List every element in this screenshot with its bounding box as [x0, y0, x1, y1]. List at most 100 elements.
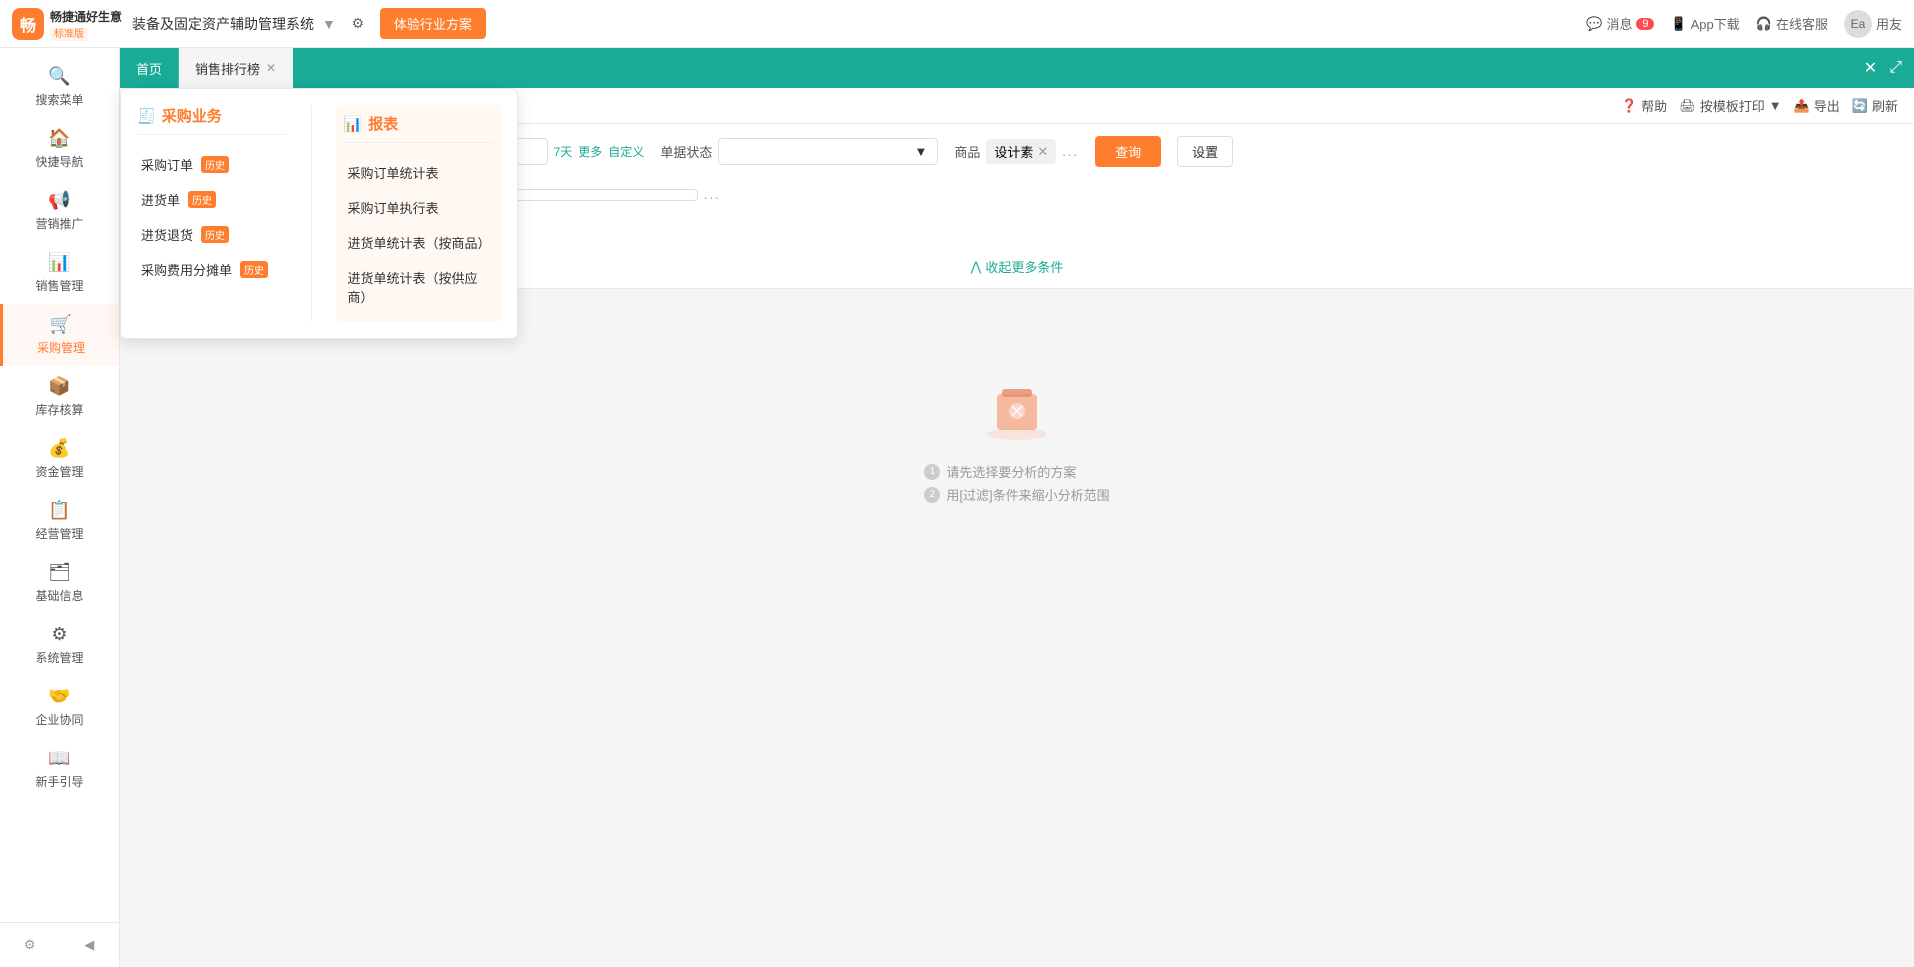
menu-item-po-stats[interactable]: 采购订单统计表 — [344, 155, 494, 190]
sidebar-bottom: ⚙ ◀ — [0, 922, 119, 967]
tab-maximize-button[interactable]: ⤢ — [1885, 55, 1906, 81]
sidebar-item-guide[interactable]: 📖 新手引导 — [0, 738, 119, 800]
top-header: 畅 畅捷通好生意 标准版 装备及固定资产辅助管理系统 ▼ ⚙ 体验行业方案 💬 … — [0, 0, 1914, 48]
sidebar-collapse-button[interactable]: ◀ — [60, 931, 120, 959]
sales-icon: 📊 — [48, 252, 70, 273]
logo-area: 畅 畅捷通好生意 标准版 — [12, 8, 132, 40]
sidebar-settings-button[interactable]: ⚙ — [0, 931, 60, 959]
salesperson-more-dots[interactable]: ... — [704, 187, 721, 202]
sidebar-item-system[interactable]: ⚙ 系统管理 — [0, 614, 119, 676]
inventory-icon: 📦 — [48, 376, 70, 397]
avatar: Ea — [1844, 10, 1872, 38]
basic-info-icon: 🗂 — [48, 562, 71, 583]
goods-filter: 商品 设计素 ✕ ... — [954, 139, 1079, 164]
system-title-area: 装备及固定资产辅助管理系统 ▼ ⚙ 体验行业方案 — [132, 8, 1586, 39]
menu-item-po-execution[interactable]: 采购订单执行表 — [344, 190, 494, 225]
incoming-badge: 历史 — [188, 191, 216, 208]
sidebar-item-marketing[interactable]: 📢 营销推广 — [0, 180, 119, 242]
user-menu-button[interactable]: Ea 用友 — [1844, 10, 1902, 38]
sidebar: 🔍 搜索菜单 🏠 快捷导航 📢 营销推广 📊 销售管理 🛒 采购管理 📦 库存核… — [0, 48, 120, 967]
collapse-conditions-button[interactable]: ⋀ 收起更多条件 — [971, 257, 1064, 276]
order-status-dropdown-icon: ▼ — [914, 144, 927, 159]
date-7d-button[interactable]: 7天 — [554, 143, 573, 160]
purchase-section-icon: 🧾 — [137, 107, 156, 125]
industry-button[interactable]: 体验行业方案 — [380, 8, 486, 39]
sidebar-item-basic-info[interactable]: 🗂 基础信息 — [0, 552, 119, 614]
report-section: 📊 报表 采购订单统计表 采购订单执行表 进货单统计表（按商品） 进货单统计表（… — [336, 105, 502, 322]
export-button[interactable]: 📤 导出 — [1794, 96, 1840, 115]
app-download-button[interactable]: 📱 App下载 — [1670, 14, 1739, 33]
sidebar-item-search[interactable]: 🔍 搜索菜单 — [0, 56, 119, 118]
goods-tags-area: 设计素 ✕ ... — [986, 139, 1079, 164]
enterprise-icon: 🤝 — [48, 686, 70, 707]
tab-bar: 首页 销售排行榜 ✕ ✕ ⤢ — [120, 48, 1914, 88]
sidebar-item-enterprise[interactable]: 🤝 企业协同 — [0, 676, 119, 738]
empty-hint-2: 2 用[过滤]条件来缩小分析范围 — [924, 485, 1109, 504]
order-status-label: 单据状态 — [660, 142, 712, 161]
goods-tag-close[interactable]: ✕ — [1037, 144, 1048, 160]
goods-more-button[interactable]: ... — [1062, 144, 1079, 159]
sidebar-item-sales[interactable]: 📊 销售管理 — [0, 242, 119, 304]
return-badge: 历史 — [201, 226, 229, 243]
title-dropdown-icon[interactable]: ▼ — [322, 16, 336, 32]
sidebar-item-inventory[interactable]: 📦 库存核算 — [0, 366, 119, 428]
purchase-dropdown-menu: 🧾 采购业务 采购订单 历史 进货单 历史 进货退货 历史 采购费用分摊单 历史 — [120, 88, 518, 339]
print-button[interactable]: 🖨 按模板打印 ▼ — [1679, 96, 1781, 115]
operations-icon: 📋 — [48, 500, 70, 521]
print-icon: 🖨 — [1679, 98, 1696, 114]
menu-divider — [311, 105, 312, 322]
message-button[interactable]: 💬 消息 9 — [1586, 14, 1654, 33]
main-layout: 🔍 搜索菜单 🏠 快捷导航 📢 营销推广 📊 销售管理 🛒 采购管理 📦 库存核… — [0, 48, 1914, 967]
order-status-filter: 单据状态 ▼ — [660, 138, 938, 165]
logo-text: 畅捷通好生意 标准版 — [50, 8, 122, 40]
gear-button[interactable]: ⚙ — [344, 10, 372, 38]
purchase-section: 🧾 采购业务 采购订单 历史 进货单 历史 进货退货 历史 采购费用分摊单 历史 — [137, 105, 287, 322]
query-button[interactable]: 查询 — [1095, 136, 1161, 167]
settings-button[interactable]: 设置 — [1177, 136, 1233, 167]
help-icon: ❓ — [1621, 98, 1637, 114]
hint-1-icon: 1 — [924, 464, 940, 480]
menu-item-cost-allocation[interactable]: 采购费用分摊单 历史 — [137, 252, 287, 287]
export-icon: 📤 — [1794, 98, 1810, 114]
system-title-text: 装备及固定资产辅助管理系统 — [132, 14, 314, 34]
tab-close-icon[interactable]: ✕ — [266, 61, 276, 75]
sidebar-item-finance[interactable]: 💰 资金管理 — [0, 428, 119, 490]
phone-icon: 📱 — [1670, 16, 1686, 32]
report-section-title: 📊 报表 — [344, 113, 494, 143]
date-custom-button[interactable]: 自定义 — [608, 143, 644, 160]
tab-home[interactable]: 首页 — [120, 48, 179, 88]
tab-close-all-button[interactable]: ✕ — [1860, 54, 1881, 82]
search-icon: 🔍 — [48, 66, 70, 87]
refresh-icon: 🔄 — [1852, 98, 1868, 114]
tab-sales-rank[interactable]: 销售排行榜 ✕ — [179, 48, 293, 88]
date-more-button[interactable]: 更多 — [578, 143, 602, 160]
goods-label: 商品 — [954, 142, 980, 161]
menu-item-purchase-order[interactable]: 采购订单 历史 — [137, 147, 287, 182]
sidebar-item-operations[interactable]: 📋 经营管理 — [0, 490, 119, 552]
sidebar-item-quick-nav[interactable]: 🏠 快捷导航 — [0, 118, 119, 180]
message-icon: 💬 — [1586, 16, 1602, 32]
home-icon: 🏠 — [48, 128, 70, 149]
order-status-select[interactable]: ▼ — [718, 138, 938, 165]
purchase-section-title: 🧾 采购业务 — [137, 105, 287, 135]
guide-icon: 📖 — [48, 748, 70, 769]
tab-sales-rank-label: 销售排行榜 — [195, 59, 260, 78]
empty-hint-1: 1 请先选择要分析的方案 — [924, 462, 1076, 481]
online-service-button[interactable]: 🎧 在线客服 — [1756, 14, 1828, 33]
finance-icon: 💰 — [48, 438, 70, 459]
tab-home-label: 首页 — [136, 59, 162, 78]
goods-tag-1: 设计素 ✕ — [986, 139, 1056, 164]
menu-item-incoming-stats-supplier[interactable]: 进货单统计表（按供应商） — [344, 260, 494, 314]
empty-svg-icon — [972, 379, 1062, 449]
headset-icon: 🎧 — [1756, 16, 1772, 32]
menu-item-return[interactable]: 进货退货 历史 — [137, 217, 287, 252]
sidebar-item-purchase[interactable]: 🛒 采购管理 — [0, 304, 119, 366]
purchase-order-badge: 历史 — [201, 156, 229, 173]
print-dropdown-icon: ▼ — [1769, 98, 1782, 113]
system-icon: ⚙ — [51, 624, 67, 645]
logo-icon: 畅 — [12, 8, 44, 40]
menu-item-incoming-stats-goods[interactable]: 进货单统计表（按商品） — [344, 225, 494, 260]
menu-item-incoming[interactable]: 进货单 历史 — [137, 182, 287, 217]
help-button[interactable]: ❓ 帮助 — [1621, 96, 1667, 115]
refresh-button[interactable]: 🔄 刷新 — [1852, 96, 1898, 115]
